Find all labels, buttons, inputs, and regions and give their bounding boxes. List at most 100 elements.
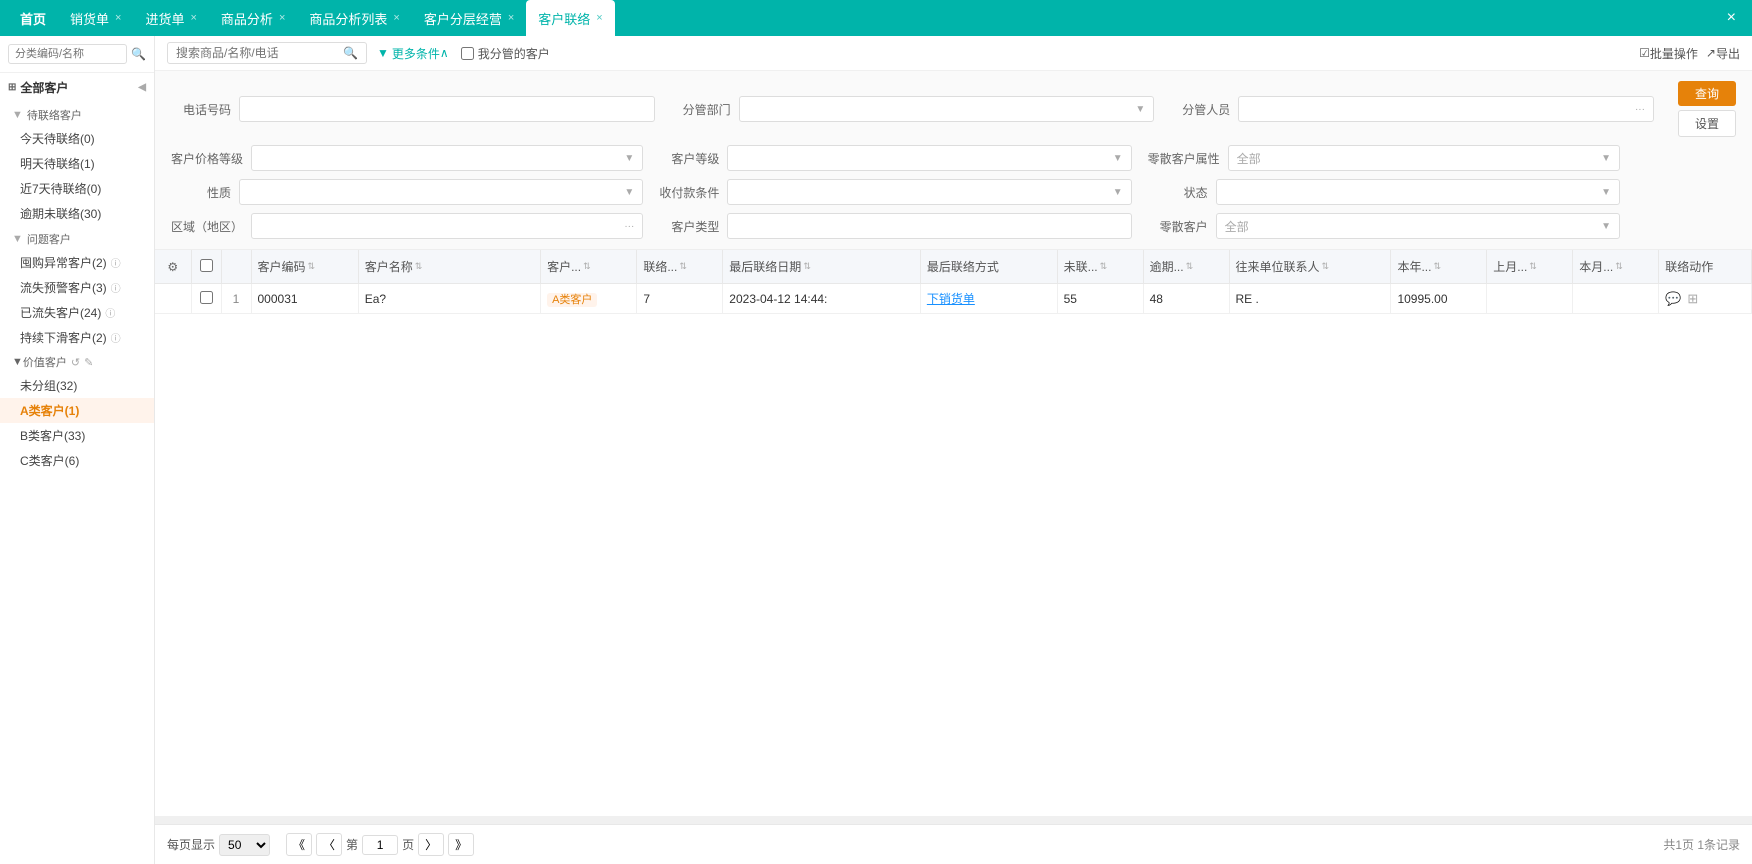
page-number-input[interactable]: [362, 835, 398, 855]
row-more-icon[interactable]: ⊞: [1687, 291, 1698, 307]
sidebar-all-customers[interactable]: ⊞ 全部客户 ◀: [0, 73, 154, 102]
sort-name-icon[interactable]: ⇅: [415, 261, 423, 272]
sidebar-item-abnormal[interactable]: 囤购异常客户(2) ⓘ: [0, 250, 154, 275]
sidebar-item-b-class[interactable]: B类客户(33): [0, 423, 154, 448]
nav-purchase[interactable]: 进货单 ×: [133, 0, 208, 36]
filter-nature-select[interactable]: ▼: [239, 179, 643, 205]
sort-last-month-icon[interactable]: ⇅: [1529, 261, 1537, 272]
sidebar-group-problem[interactable]: ▼ 问题客户: [0, 226, 154, 250]
filter-search-icon[interactable]: 🔍: [343, 46, 358, 60]
th-last-date[interactable]: 最后联络日期 ⇅: [723, 250, 921, 284]
filter-status-label: 状态: [1148, 184, 1208, 201]
th-last-month[interactable]: 上月... ⇅: [1487, 250, 1573, 284]
th-uncontacted[interactable]: 未联... ⇅: [1057, 250, 1143, 284]
sidebar-item-churned[interactable]: 已流失客户(24) ⓘ: [0, 300, 154, 325]
overdue-days: 48: [1150, 292, 1163, 306]
sidebar-search-icon[interactable]: 🔍: [131, 47, 146, 61]
filter-payment-select[interactable]: ▼: [727, 179, 1131, 205]
sidebar-item-c-class[interactable]: C类客户(6): [0, 448, 154, 473]
sort-uncontacted-icon[interactable]: ⇅: [1100, 261, 1108, 272]
nav-goods-list-close[interactable]: ×: [393, 12, 399, 24]
th-code[interactable]: 客户编码 ⇅: [251, 250, 358, 284]
sort-last-date-icon[interactable]: ⇅: [803, 261, 811, 272]
nav-goods-analysis-close[interactable]: ×: [279, 12, 285, 24]
query-button[interactable]: 查询: [1678, 81, 1736, 106]
settings-button[interactable]: 设置: [1678, 110, 1736, 137]
row-message-icon[interactable]: 💬: [1665, 291, 1681, 307]
sidebar-item-overdue[interactable]: 逾期未联络(30): [0, 201, 154, 226]
sort-overdue-icon[interactable]: ⇅: [1186, 261, 1194, 272]
th-prev-contact[interactable]: 往来单位联系人 ⇅: [1229, 250, 1391, 284]
sidebar-group-pending[interactable]: ▼ 待联络客户: [0, 102, 154, 126]
sidebar-item-declining[interactable]: 持续下滑客户(2) ⓘ: [0, 325, 154, 350]
filter-retail-attr-select[interactable]: 全部 ▼: [1228, 145, 1620, 171]
nav-customer-contact-close[interactable]: ×: [596, 12, 602, 24]
batch-op-btn[interactable]: ☑ 批量操作: [1639, 45, 1698, 62]
th-settings[interactable]: ⚙: [155, 250, 191, 284]
settings-gear-icon[interactable]: ⚙: [167, 260, 178, 274]
filter-region-select[interactable]: ···: [251, 213, 643, 239]
sort-code-icon[interactable]: ⇅: [308, 261, 316, 272]
th-name[interactable]: 客户名称 ⇅: [358, 250, 540, 284]
sort-type-icon[interactable]: ⇅: [583, 261, 591, 272]
th-contact-label: 联络...: [643, 258, 677, 275]
th-this-year[interactable]: 本年... ⇅: [1391, 250, 1487, 284]
nav-customer-tier-close[interactable]: ×: [508, 12, 514, 24]
select-all-checkbox[interactable]: [200, 259, 213, 272]
filter-status-select[interactable]: ▼: [1216, 179, 1620, 205]
first-page-btn[interactable]: 《: [286, 833, 312, 856]
last-contact-method[interactable]: 下销货单: [927, 292, 975, 306]
td-settings: [155, 284, 191, 314]
next-page-btn[interactable]: 〉: [418, 833, 444, 856]
nav-purchase-close[interactable]: ×: [190, 12, 196, 24]
nav-sales[interactable]: 销货单 ×: [58, 0, 133, 36]
sidebar-item-a-class[interactable]: A类客户(1): [0, 398, 154, 423]
contact-count: 7: [643, 292, 650, 306]
sort-contact-icon[interactable]: ⇅: [679, 261, 687, 272]
th-overdue[interactable]: 逾期... ⇅: [1143, 250, 1229, 284]
nav-sales-close[interactable]: ×: [115, 12, 121, 24]
last-page-btn[interactable]: 》: [448, 833, 474, 856]
nav-customer-contact[interactable]: 客户联络 ×: [526, 0, 614, 36]
td-checkbox: [191, 284, 221, 314]
my-customers-checkbox-label[interactable]: 我分管的客户: [461, 45, 550, 62]
my-customers-checkbox[interactable]: [461, 47, 474, 60]
arrow-down-icon: ▼: [12, 109, 23, 121]
filter-price-grade-select[interactable]: ▼: [251, 145, 643, 171]
horizontal-scrollbar[interactable]: [155, 816, 1752, 824]
filter-cust-type-input[interactable]: [727, 213, 1131, 239]
export-btn[interactable]: ↗ 导出: [1706, 45, 1740, 62]
sort-prev-contact-icon[interactable]: ⇅: [1322, 261, 1330, 272]
page-size-select[interactable]: 20 50 100 200: [219, 834, 270, 856]
sidebar-item-7days[interactable]: 近7天待联络(0): [0, 176, 154, 201]
filter-actions: 查询 设置: [1678, 81, 1736, 137]
sidebar-item-ungroup[interactable]: 未分组(32): [0, 373, 154, 398]
sidebar-search-input[interactable]: [8, 44, 127, 64]
window-close-button[interactable]: ×: [1719, 9, 1744, 27]
filter-person-select[interactable]: ···: [1238, 96, 1654, 122]
nav-customer-tier[interactable]: 客户分层经营 ×: [412, 0, 526, 36]
th-overdue-label: 逾期...: [1150, 258, 1184, 275]
th-contact[interactable]: 联络... ⇅: [637, 250, 723, 284]
refresh-icon[interactable]: ↺: [71, 356, 80, 369]
sidebar-item-churn-warn[interactable]: 流失预警客户(3) ⓘ: [0, 275, 154, 300]
filter-search-input[interactable]: [176, 46, 339, 60]
filter-dept-select[interactable]: ▼: [739, 96, 1155, 122]
nav-goods-list[interactable]: 商品分析列表 ×: [297, 0, 411, 36]
nav-home[interactable]: 首页: [8, 0, 58, 36]
row-checkbox[interactable]: [200, 291, 213, 304]
filter-retail-cust-select[interactable]: 全部 ▼: [1216, 213, 1620, 239]
th-type[interactable]: 客户... ⇅: [541, 250, 637, 284]
edit-icon[interactable]: ✎: [84, 356, 93, 369]
filter-phone-input[interactable]: [239, 96, 655, 122]
sidebar-item-tomorrow[interactable]: 明天待联络(1): [0, 151, 154, 176]
nav-goods-analysis[interactable]: 商品分析 ×: [209, 0, 297, 36]
sort-this-month-icon[interactable]: ⇅: [1615, 261, 1623, 272]
th-this-month[interactable]: 本月... ⇅: [1573, 250, 1659, 284]
more-filter-btn[interactable]: ▼ 更多条件 ∧: [377, 45, 449, 62]
filter-cust-grade-select[interactable]: ▼: [727, 145, 1131, 171]
prev-page-btn[interactable]: 〈: [316, 833, 342, 856]
sidebar-item-today[interactable]: 今天待联络(0): [0, 126, 154, 151]
sort-this-year-icon[interactable]: ⇅: [1433, 261, 1441, 272]
sidebar-all-customers-label: 全部客户: [20, 79, 68, 96]
